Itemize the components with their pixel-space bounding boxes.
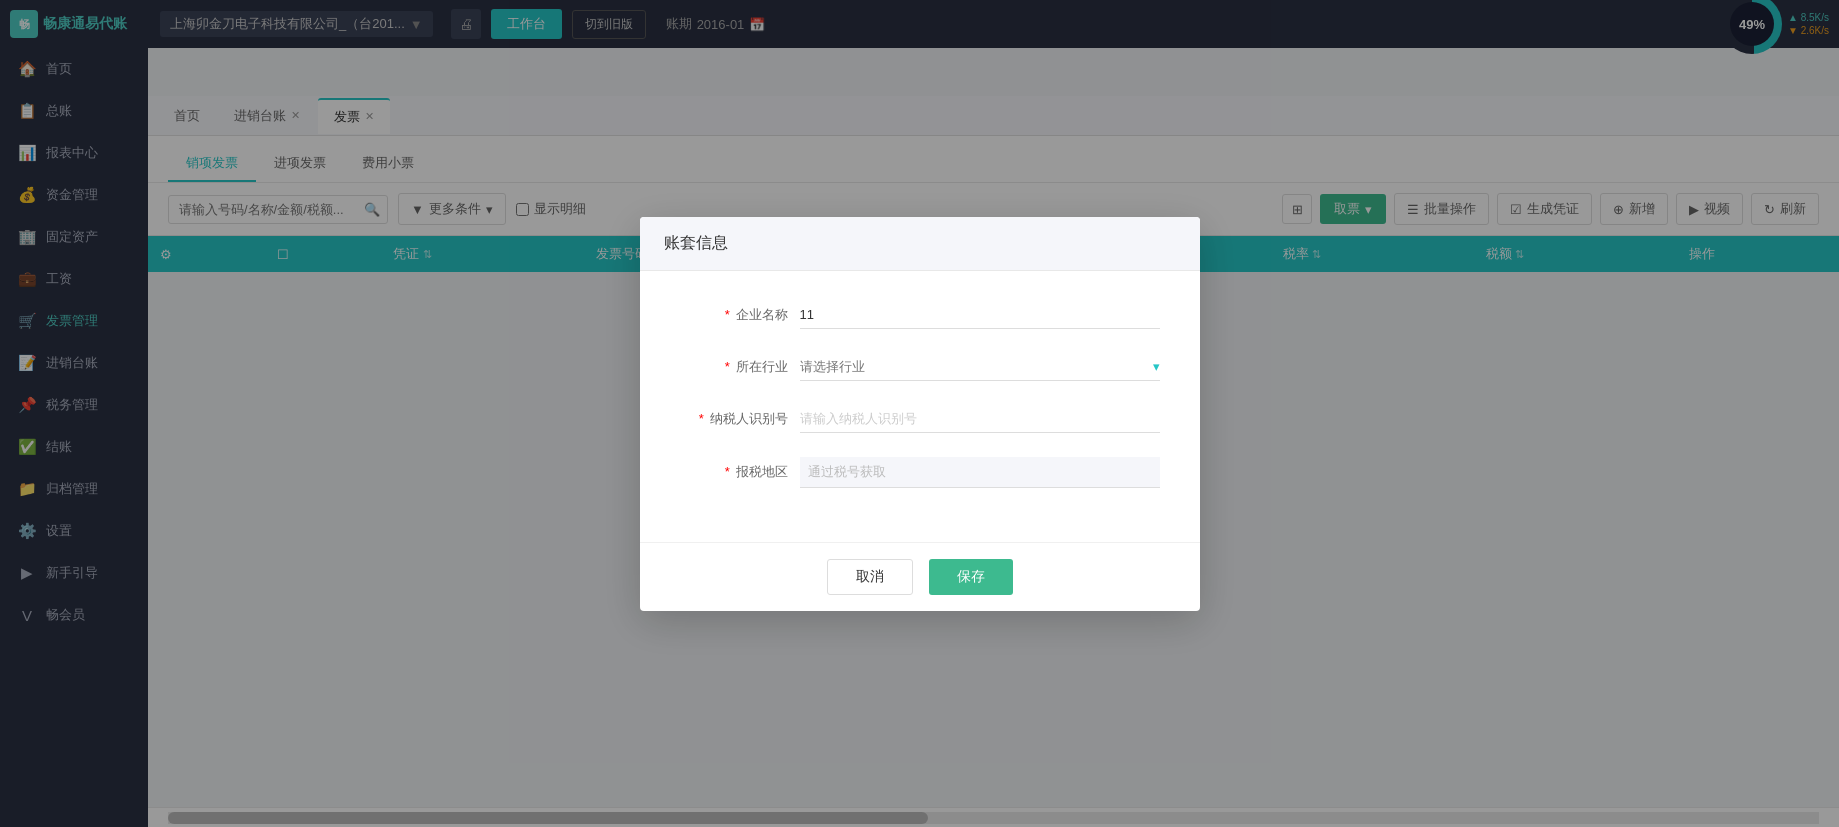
tax-region-label: * 报税地区 <box>680 463 800 481</box>
industry-label: * 所在行业 <box>680 358 800 376</box>
tax-region-display: 通过税号获取 <box>800 457 1160 488</box>
modal-body: * 企业名称 * 所在行业 ▾ * 纳税人识 <box>640 271 1200 542</box>
modal-header: 账套信息 <box>640 217 1200 271</box>
tax-region-row: * 报税地区 通过税号获取 <box>680 457 1160 488</box>
account-info-modal: 账套信息 * 企业名称 * 所在行业 ▾ <box>640 217 1200 611</box>
modal-overlay: 账套信息 * 企业名称 * 所在行业 ▾ <box>0 0 1839 827</box>
required-star: * <box>725 307 730 322</box>
modal-title: 账套信息 <box>664 234 728 251</box>
industry-input[interactable] <box>800 353 1160 380</box>
tax-id-input[interactable] <box>800 405 1160 433</box>
industry-select-wrap[interactable]: ▾ <box>800 353 1160 381</box>
tax-id-row: * 纳税人识别号 <box>680 405 1160 433</box>
company-name-label: * 企业名称 <box>680 306 800 324</box>
industry-dropdown-arrow: ▾ <box>1153 359 1160 374</box>
save-button[interactable]: 保存 <box>929 559 1013 595</box>
company-name-input[interactable] <box>800 301 1160 329</box>
tax-id-label: * 纳税人识别号 <box>680 410 800 428</box>
modal-footer: 取消 保存 <box>640 542 1200 611</box>
cancel-button[interactable]: 取消 <box>827 559 913 595</box>
company-name-row: * 企业名称 <box>680 301 1160 329</box>
industry-row: * 所在行业 ▾ <box>680 353 1160 381</box>
